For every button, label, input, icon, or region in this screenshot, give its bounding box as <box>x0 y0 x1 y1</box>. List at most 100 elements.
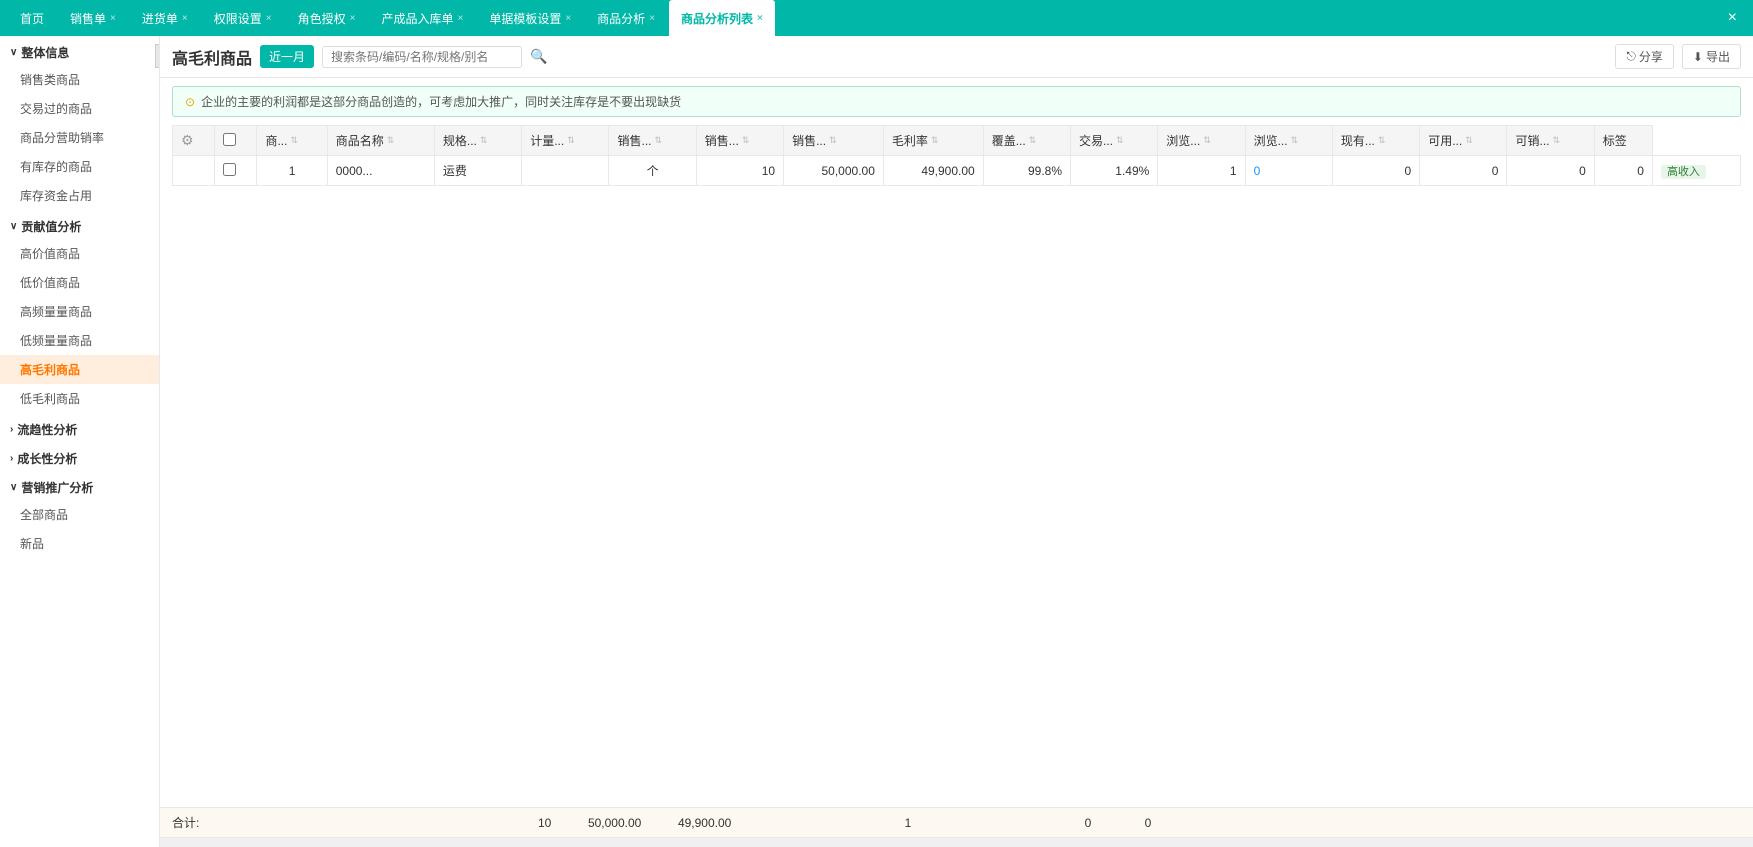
bottom-scrollbar[interactable] <box>160 837 1753 847</box>
col-label-text-spec: 规格... <box>443 132 477 149</box>
sidebar-item-low-value[interactable]: 低价值商品 <box>0 268 159 297</box>
top-nav: 首页销售单×进货单×权限设置×角色授权×产成品入库单×单据模板设置×商品分析×商… <box>0 0 1753 36</box>
export-button[interactable]: ⬇导出 <box>1682 44 1741 69</box>
nav-tab-sales-order[interactable]: 销售单× <box>58 0 128 36</box>
nav-tab-role-permission[interactable]: 角色授权× <box>286 0 368 36</box>
col-header-sales-amount[interactable]: 销售...⇅ <box>696 126 783 156</box>
sort-icon-unit[interactable]: ⇅ <box>567 135 575 146</box>
sort-icon-margin-rate[interactable]: ⇅ <box>931 135 939 146</box>
col-header-unit[interactable]: 计量...⇅ <box>522 126 609 156</box>
nav-tab-purchase-order[interactable]: 进货单× <box>130 0 200 36</box>
sidebar-toggle[interactable]: « <box>155 44 160 68</box>
footer-cell: 49,900.00 <box>649 816 739 830</box>
main-layout: « ∨ 整体信息销售类商品交易过的商品商品分营助销率有库存的商品库存资金占用∨贡献… <box>0 36 1753 847</box>
col-header-sales-cost[interactable]: 销售...⇅ <box>784 126 884 156</box>
search-input[interactable] <box>322 46 522 68</box>
browse1-link[interactable]: 0 <box>1254 164 1261 178</box>
sidebar-item-new-products[interactable]: 新品 <box>0 529 159 558</box>
col-header-available[interactable]: 可用...⇅ <box>1420 126 1507 156</box>
sidebar-item-low-margin[interactable]: 低毛利商品 <box>0 384 159 413</box>
sidebar-group-marketing[interactable]: ∨营销推广分析 <box>0 471 159 500</box>
sidebar: « ∨ 整体信息销售类商品交易过的商品商品分营助销率有库存的商品库存资金占用∨贡献… <box>0 36 160 847</box>
nav-tab-permission-settings[interactable]: 权限设置× <box>202 0 284 36</box>
table-cell: 99.8% <box>983 156 1070 186</box>
select-all-checkbox[interactable] <box>223 133 236 146</box>
col-header-transaction[interactable]: 交易...⇅ <box>1071 126 1158 156</box>
footer-cell <box>1159 816 1219 830</box>
group-arrow-overall: ∨ <box>10 47 17 58</box>
sidebar-group-trend[interactable]: ›流趋性分析 <box>0 413 159 442</box>
sort-icon-available[interactable]: ⇅ <box>1465 135 1473 146</box>
col-label-text-sales-amount: 销售... <box>705 132 739 149</box>
col-header-row-num[interactable]: 商...⇅ <box>257 126 327 156</box>
group-label-trend: 流趋性分析 <box>17 421 77 438</box>
sidebar-group-financial[interactable]: ∨贡献值分析 <box>0 210 159 239</box>
sidebar-item-low-freq[interactable]: 低频量量商品 <box>0 326 159 355</box>
settings-icon[interactable]: ⚙ <box>181 132 194 148</box>
tab-close-icon-sales-order[interactable]: × <box>110 13 116 24</box>
table-row: 10000...运费个1050,000.0049,900.0099.8%1.49… <box>173 156 1741 186</box>
col-label-text-sellable: 可销... <box>1515 132 1549 149</box>
info-banner: ⊙ 企业的主要的利润都是这部分商品创造的，可考虑加大推广，同时关注库存是不要出现… <box>172 86 1741 117</box>
tab-close-icon-role-permission[interactable]: × <box>350 13 356 24</box>
sort-icon-browse2[interactable]: ⇅ <box>1291 135 1299 146</box>
window-close-icon[interactable]: × <box>1720 9 1745 27</box>
sort-icon-row-num[interactable]: ⇅ <box>290 135 298 146</box>
col-header-browse1[interactable]: 浏览...⇅ <box>1158 126 1245 156</box>
sort-icon-sales-qty[interactable]: ⇅ <box>655 135 663 146</box>
col-header-product-name[interactable]: 商品名称⇅ <box>327 126 434 156</box>
sidebar-item-sales-products[interactable]: 销售类商品 <box>0 65 159 94</box>
nav-tab-product-analysis[interactable]: 商品分析× <box>585 0 667 36</box>
nav-tab-template-settings[interactable]: 单据模板设置× <box>477 0 583 36</box>
sidebar-item-high-margin[interactable]: 高毛利商品 <box>0 355 159 384</box>
filter-month-btn[interactable]: 近一月 <box>260 45 314 68</box>
col-header-sales-qty[interactable]: 销售...⇅ <box>609 126 696 156</box>
sidebar-item-traded-products[interactable]: 交易过的商品 <box>0 94 159 123</box>
col-header-current-stock[interactable]: 现有...⇅ <box>1332 126 1419 156</box>
sort-icon-sales-amount[interactable]: ⇅ <box>742 135 750 146</box>
sort-icon-sellable[interactable]: ⇅ <box>1553 135 1561 146</box>
row-checkbox[interactable] <box>223 163 236 176</box>
tab-close-icon-template-settings[interactable]: × <box>565 13 571 24</box>
group-label-financial: 贡献值分析 <box>21 218 81 235</box>
nav-tab-home[interactable]: 首页 <box>8 0 56 36</box>
col-header-coverage[interactable]: 覆盖...⇅ <box>983 126 1070 156</box>
table-cell: 运费 <box>434 156 521 186</box>
table-cell: 0 <box>1245 156 1332 186</box>
sidebar-item-in-stock[interactable]: 有库存的商品 <box>0 152 159 181</box>
sidebar-item-all-products[interactable]: 全部商品 <box>0 500 159 529</box>
col-header-browse2[interactable]: 浏览...⇅ <box>1245 126 1332 156</box>
tab-close-icon-purchase-order[interactable]: × <box>182 13 188 24</box>
sidebar-item-high-freq[interactable]: 高频量量商品 <box>0 297 159 326</box>
group-label-growth: 成长性分析 <box>17 450 77 467</box>
footer-cell: 10 <box>509 816 559 830</box>
sort-icon-coverage[interactable]: ⇅ <box>1029 135 1037 146</box>
sort-icon-current-stock[interactable]: ⇅ <box>1378 135 1386 146</box>
col-header-sellable[interactable]: 可销... ⇅ <box>1507 126 1594 156</box>
sidebar-item-high-value[interactable]: 高价值商品 <box>0 239 159 268</box>
sort-icon-sales-cost[interactable]: ⇅ <box>829 135 837 146</box>
sort-icon-spec[interactable]: ⇅ <box>480 135 488 146</box>
search-icon[interactable]: 🔍 <box>530 48 547 65</box>
col-header-spec[interactable]: 规格...⇅ <box>434 126 521 156</box>
col-label-text-tag: 标签 <box>1603 132 1627 149</box>
table-cell: 0000... <box>327 156 434 186</box>
group-label-overall: 整体信息 <box>21 44 69 61</box>
table-footer: 合计: 1050,000.0049,900.00100 <box>160 807 1753 837</box>
sidebar-item-product-contribution[interactable]: 商品分营助销率 <box>0 123 159 152</box>
sort-icon-transaction[interactable]: ⇅ <box>1116 135 1124 146</box>
sort-icon-browse1[interactable]: ⇅ <box>1203 135 1211 146</box>
sidebar-item-stock-capital[interactable]: 库存资金占用 <box>0 181 159 210</box>
tab-close-icon-product-analysis[interactable]: × <box>649 13 655 24</box>
nav-tab-product-analysis-list[interactable]: 商品分析列表× <box>669 0 775 36</box>
sidebar-group-growth[interactable]: ›成长性分析 <box>0 442 159 471</box>
nav-tab-product-import[interactable]: 产成品入库单× <box>369 0 475 36</box>
sidebar-group-overall[interactable]: ∨ 整体信息 <box>0 36 159 65</box>
tab-close-icon-product-import[interactable]: × <box>457 13 463 24</box>
col-header-margin-rate[interactable]: 毛利率⇅ <box>883 126 983 156</box>
tab-close-icon-permission-settings[interactable]: × <box>266 13 272 24</box>
tab-close-icon-product-analysis-list[interactable]: × <box>757 13 763 24</box>
share-button[interactable]: ⎋分享 <box>1615 44 1674 69</box>
content-area: 高毛利商品 近一月 🔍 ⎋分享⬇导出 ⊙ 企业的主要的利润都是这部分商品创造的，… <box>160 36 1753 847</box>
sort-icon-product-name[interactable]: ⇅ <box>387 135 395 146</box>
